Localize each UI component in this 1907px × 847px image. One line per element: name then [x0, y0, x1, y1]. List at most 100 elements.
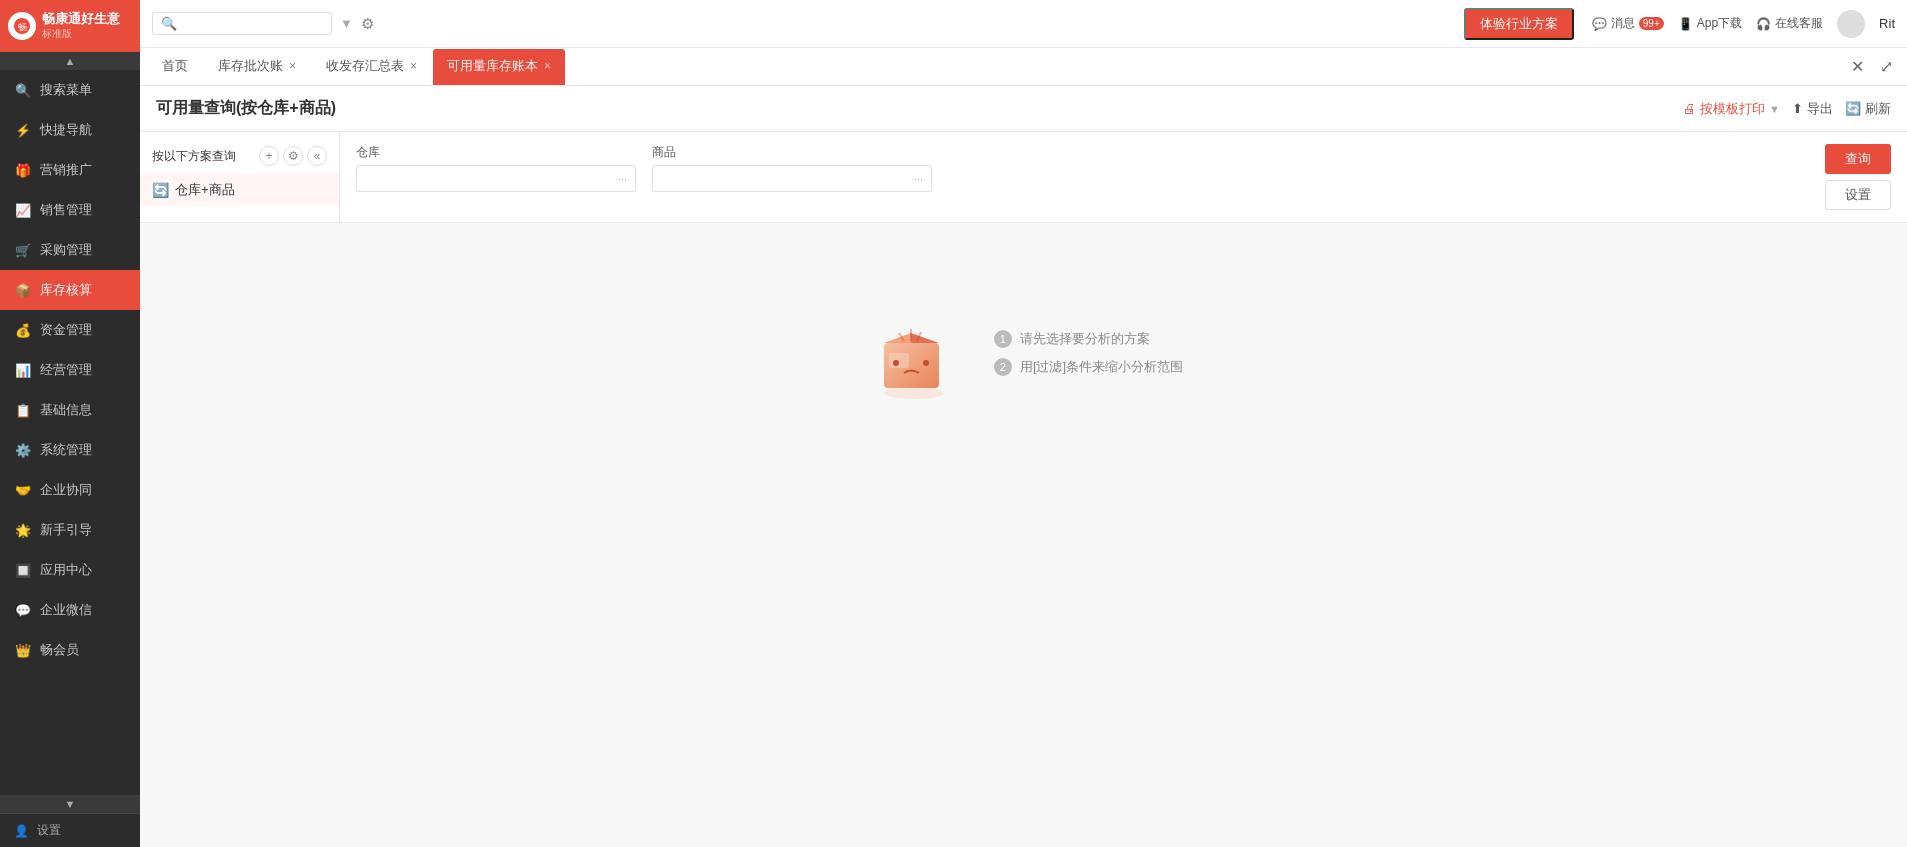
top-bar: 🔍 ▼ ⚙ 体验行业方案 💬 消息 99+ 📱 App下载 🎧 在线客服 Rit [140, 0, 1907, 48]
tab-available-ledger[interactable]: 可用量库存账本 × [433, 49, 565, 85]
goods-more-icon[interactable]: ··· [914, 173, 923, 185]
headset-icon: 🎧 [1756, 17, 1771, 31]
sidebar-nav: 🔍 搜索菜单 ⚡ 快捷导航 🎁 营销推广 📈 销售管理 🛒 采购管理 📦 库存核… [0, 70, 140, 795]
sidebar-item-basic-info[interactable]: 📋 基础信息 [0, 390, 140, 430]
tip-1-text: 请先选择要分析的方案 [1020, 330, 1150, 348]
sidebar-item-label: 系统管理 [40, 441, 92, 459]
sidebar-item-operations[interactable]: 📊 经营管理 [0, 350, 140, 390]
goods-input-wrapper: ··· [652, 165, 932, 192]
messages-badge: 99+ [1639, 17, 1664, 30]
wechat-icon: 💬 [14, 601, 32, 619]
industry-solution-button[interactable]: 体验行业方案 [1464, 8, 1574, 40]
sidebar-item-label: 基础信息 [40, 401, 92, 419]
filter-field-warehouse: 仓库 ··· [356, 144, 636, 192]
tab-home-label: 首页 [162, 57, 188, 75]
scheme-item-warehouse-goods[interactable]: 🔄 仓库+商品 [140, 174, 339, 206]
page-title: 可用量查询(按仓库+商品) [156, 98, 336, 119]
tab-recv-send-close[interactable]: × [410, 60, 417, 72]
money-icon: 💰 [14, 321, 32, 339]
collapse-scheme-button[interactable]: « [307, 146, 327, 166]
sidebar-item-label: 营销推广 [40, 161, 92, 179]
sidebar-item-enterprise-collab[interactable]: 🤝 企业协同 [0, 470, 140, 510]
star-icon: 🌟 [14, 521, 32, 539]
tab-bar: 首页 库存批次账 × 收发存汇总表 × 可用量库存账本 × ✕ ⤢ [140, 48, 1907, 86]
page-header-actions: 🖨 按模板打印 ▼ ⬆ 导出 🔄 刷新 [1683, 100, 1891, 118]
tab-recv-send[interactable]: 收发存汇总表 × [312, 49, 431, 85]
refresh-button[interactable]: 🔄 刷新 [1845, 100, 1891, 118]
sidebar-item-purchase[interactable]: 🛒 采购管理 [0, 230, 140, 270]
tab-actions: ✕ ⤢ [1845, 55, 1899, 78]
sidebar-item-vip[interactable]: 👑 畅会员 [0, 630, 140, 670]
top-bar-search-wrapper: 🔍 [152, 12, 332, 35]
sidebar-item-label: 搜索菜单 [40, 81, 92, 99]
handshake-icon: 🤝 [14, 481, 32, 499]
goods-input[interactable] [661, 171, 914, 186]
sidebar-item-fund[interactable]: 💰 资金管理 [0, 310, 140, 350]
sidebar-item-label: 新手引导 [40, 521, 92, 539]
app-download-label: App下载 [1697, 15, 1742, 32]
gear-icon: ⚙️ [14, 441, 32, 459]
app-download-action[interactable]: 📱 App下载 [1678, 15, 1742, 32]
sidebar-item-label: 采购管理 [40, 241, 92, 259]
sidebar-item-inventory[interactable]: 📦 库存核算 [0, 270, 140, 310]
box-icon: 📦 [14, 281, 32, 299]
query-button[interactable]: 查询 [1825, 144, 1891, 174]
tab-expand-button[interactable]: ⤢ [1874, 55, 1899, 78]
svg-rect-4 [889, 353, 909, 368]
export-button[interactable]: ⬆ 导出 [1792, 100, 1833, 118]
refresh-icon: 🔄 [1845, 101, 1861, 116]
mobile-icon: 📱 [1678, 17, 1693, 31]
sidebar-item-label: 经营管理 [40, 361, 92, 379]
sidebar-item-sales[interactable]: 📈 销售管理 [0, 190, 140, 230]
sidebar-bottom[interactable]: 👤 设置 [0, 813, 140, 847]
sidebar-item-enterprise-wechat[interactable]: 💬 企业微信 [0, 590, 140, 630]
search-icon: 🔍 [14, 81, 32, 99]
filter-field-goods: 商品 ··· [652, 144, 932, 192]
messages-label: 消息 [1611, 15, 1635, 32]
ops-icon: 📊 [14, 361, 32, 379]
top-bar-actions: 💬 消息 99+ 📱 App下载 🎧 在线客服 Rit [1592, 10, 1895, 38]
filter-scheme-header: 按以下方案查询 + ⚙ « [140, 142, 339, 174]
empty-state-content: 1 请先选择要分析的方案 2 用[过滤]条件来缩小分析范围 [864, 303, 1183, 403]
content-area: 可用量查询(按仓库+商品) 🖨 按模板打印 ▼ ⬆ 导出 🔄 刷新 [140, 86, 1907, 847]
tab-recv-send-label: 收发存汇总表 [326, 57, 404, 75]
sidebar-item-search[interactable]: 🔍 搜索菜单 [0, 70, 140, 110]
sidebar-scroll-up[interactable]: ▲ [0, 52, 140, 70]
message-icon: 💬 [1592, 17, 1607, 31]
warehouse-more-icon[interactable]: ··· [618, 173, 627, 185]
sidebar-item-label: 畅会员 [40, 641, 79, 659]
svg-point-6 [923, 360, 929, 366]
sidebar: 畅 畅康通好生意 标准版 ▲ 🔍 搜索菜单 ⚡ 快捷导航 🎁 营销推广 📈 销售… [0, 0, 140, 847]
tab-batch-ledger-close[interactable]: × [289, 60, 296, 72]
warehouse-input[interactable] [365, 171, 618, 186]
chevron-down-icon[interactable]: ▼ [340, 16, 353, 31]
app-name: 畅康通好生意 [42, 11, 120, 28]
settings-icon[interactable]: ⚙ [361, 15, 374, 33]
scheme-item-label: 仓库+商品 [175, 181, 235, 199]
user-avatar[interactable] [1837, 10, 1865, 38]
sidebar-item-shortcut[interactable]: ⚡ 快捷导航 [0, 110, 140, 150]
tab-available-ledger-close[interactable]: × [544, 60, 551, 72]
template-print-button[interactable]: 🖨 按模板打印 ▼ [1683, 100, 1780, 118]
tip-2-text: 用[过滤]条件来缩小分析范围 [1020, 358, 1183, 376]
tab-available-ledger-label: 可用量库存账本 [447, 57, 538, 75]
online-service-action[interactable]: 🎧 在线客服 [1756, 15, 1823, 32]
tab-home[interactable]: 首页 [148, 49, 202, 85]
filter-settings-button[interactable]: 设置 [1825, 180, 1891, 210]
tab-close-all-button[interactable]: ✕ [1845, 55, 1870, 78]
sidebar-item-app-center[interactable]: 🔲 应用中心 [0, 550, 140, 590]
tip-number-2: 2 [994, 358, 1012, 376]
messages-action[interactable]: 💬 消息 99+ [1592, 15, 1664, 32]
settings-scheme-button[interactable]: ⚙ [283, 146, 303, 166]
flash-icon: ⚡ [14, 121, 32, 139]
svg-point-5 [893, 360, 899, 366]
empty-state-tip-2: 2 用[过滤]条件来缩小分析范围 [994, 358, 1183, 376]
sidebar-item-marketing[interactable]: 🎁 营销推广 [0, 150, 140, 190]
sidebar-item-new-guide[interactable]: 🌟 新手引导 [0, 510, 140, 550]
sidebar-scroll-down[interactable]: ▼ [0, 795, 140, 813]
empty-state-illustration [864, 303, 964, 403]
sidebar-item-system[interactable]: ⚙️ 系统管理 [0, 430, 140, 470]
add-scheme-button[interactable]: + [259, 146, 279, 166]
search-input[interactable] [181, 17, 281, 31]
tab-batch-ledger[interactable]: 库存批次账 × [204, 49, 310, 85]
